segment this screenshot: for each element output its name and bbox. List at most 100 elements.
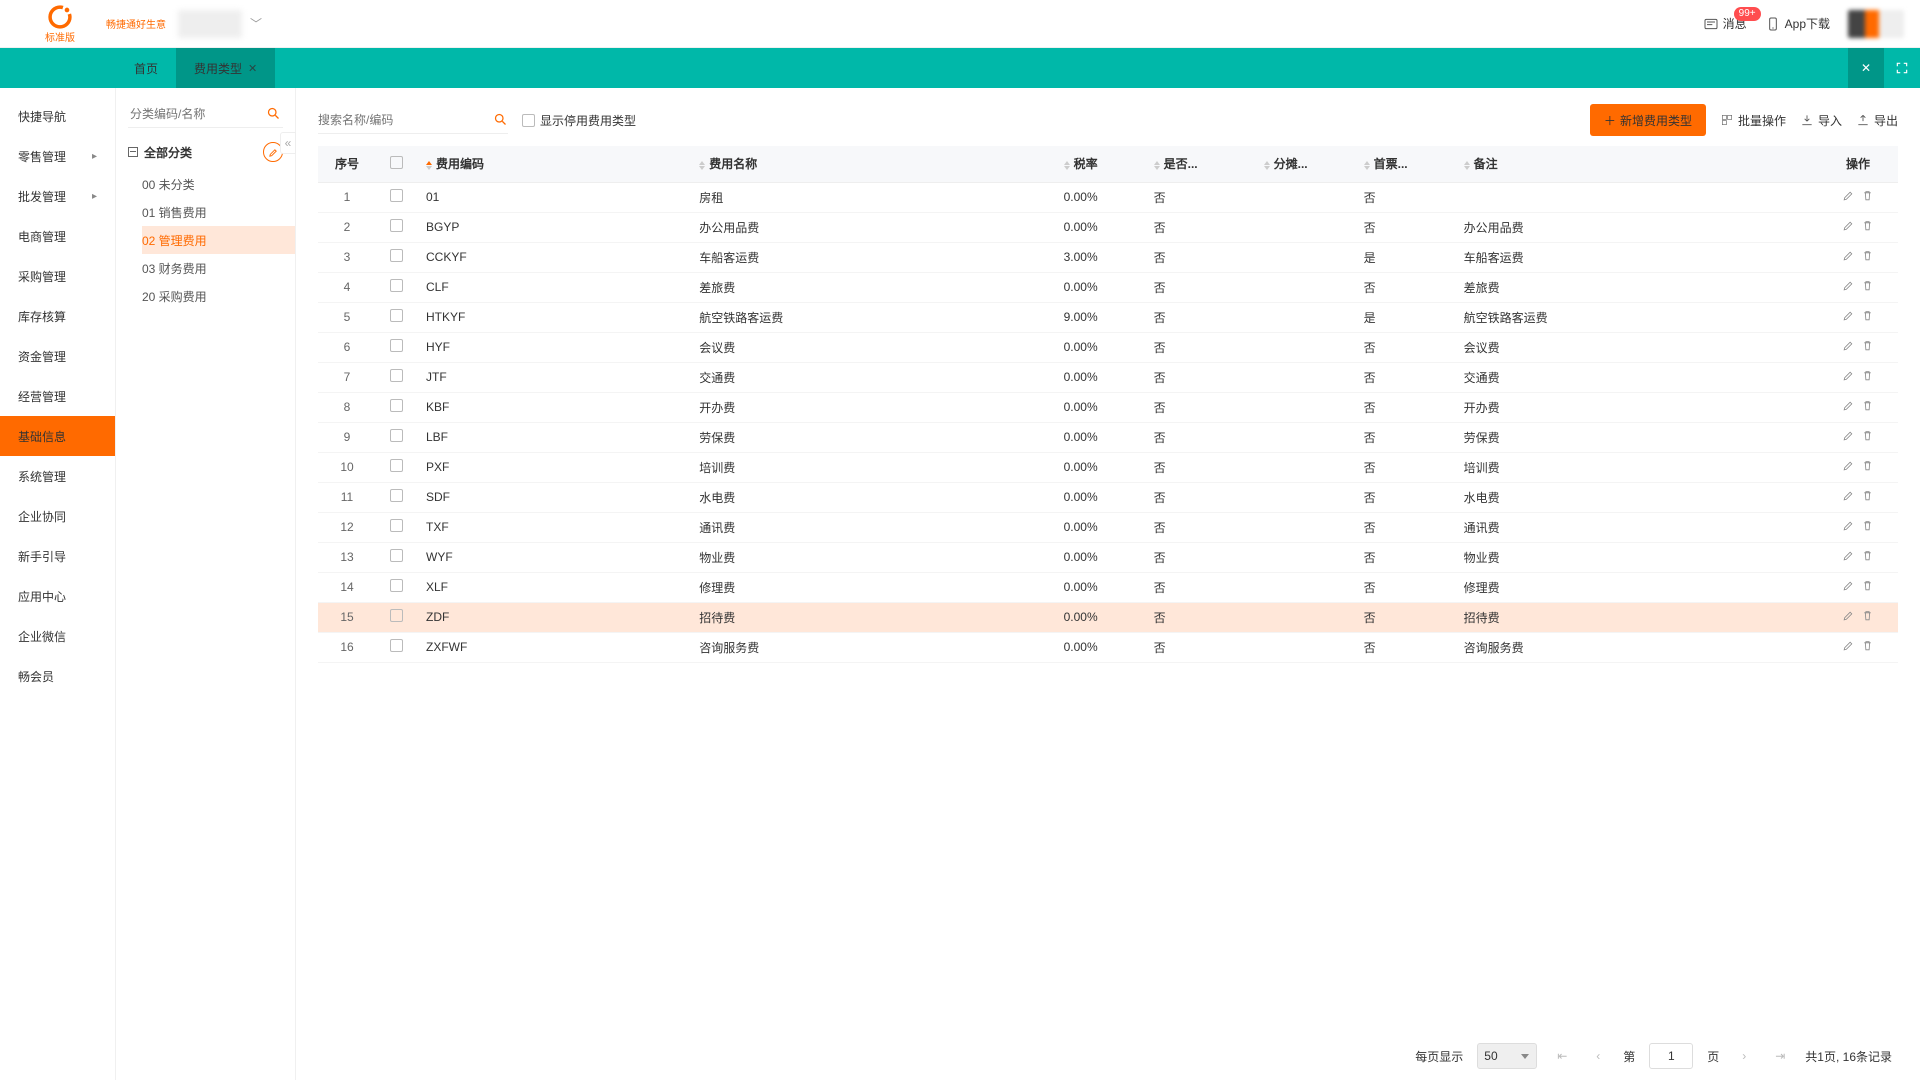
pagesize-select[interactable]: 50 <box>1477 1043 1537 1069</box>
category-item[interactable]: 02 管理费用 <box>142 226 295 254</box>
table-row[interactable]: 16ZXFWF咨询服务费0.00%否否咨询服务费 <box>318 632 1898 662</box>
cell-checkbox[interactable] <box>376 242 416 272</box>
page-next-button[interactable]: › <box>1733 1045 1755 1067</box>
sidebar-item[interactable]: 企业协同 <box>0 496 115 536</box>
tree-collapse-icon[interactable] <box>128 147 138 157</box>
user-avatar[interactable] <box>1848 10 1904 38</box>
edit-row-button[interactable] <box>1842 581 1855 595</box>
sidebar-item[interactable]: 电商管理 <box>0 216 115 256</box>
table-row[interactable]: 14XLF修理费0.00%否否修理费 <box>318 572 1898 602</box>
collapse-category-button[interactable]: « <box>280 132 296 154</box>
delete-row-button[interactable] <box>1861 281 1874 295</box>
search-icon[interactable] <box>266 106 281 121</box>
table-row[interactable]: 3CCKYF车船客运费3.00%否是车船客运费 <box>318 242 1898 272</box>
cell-checkbox[interactable] <box>376 602 416 632</box>
delete-row-button[interactable] <box>1861 431 1874 445</box>
category-item[interactable]: 01 销售费用 <box>142 198 295 226</box>
delete-row-button[interactable] <box>1861 551 1874 565</box>
page-input[interactable] <box>1649 1043 1693 1069</box>
table-row[interactable]: 7JTF交通费0.00%否否交通费 <box>318 362 1898 392</box>
category-item[interactable]: 03 财务费用 <box>142 254 295 282</box>
cell-checkbox[interactable] <box>376 362 416 392</box>
messages-button[interactable]: 消息 <box>1703 15 1747 32</box>
sidebar-item[interactable]: 快捷导航 <box>0 96 115 136</box>
table-row[interactable]: 15ZDF招待费0.00%否否招待费 <box>318 602 1898 632</box>
delete-row-button[interactable] <box>1861 521 1874 535</box>
cell-checkbox[interactable] <box>376 302 416 332</box>
sidebar-item[interactable]: 库存核算 <box>0 296 115 336</box>
cell-checkbox[interactable] <box>376 452 416 482</box>
col-share[interactable]: 分摊... <box>1254 146 1354 182</box>
sidebar-item[interactable]: 零售管理▸ <box>0 136 115 176</box>
tab-home[interactable]: 首页 <box>116 48 176 88</box>
category-search-input[interactable] <box>128 100 283 128</box>
page-first-button[interactable]: ⇤ <box>1551 1045 1573 1067</box>
edit-row-button[interactable] <box>1842 461 1855 475</box>
table-row[interactable]: 8KBF开办费0.00%否否开办费 <box>318 392 1898 422</box>
pagesize-select-input[interactable]: 50 <box>1477 1043 1537 1069</box>
edit-row-button[interactable] <box>1842 221 1855 235</box>
edit-row-button[interactable] <box>1842 641 1855 655</box>
table-row[interactable]: 13WYF物业费0.00%否否物业费 <box>318 542 1898 572</box>
cell-checkbox[interactable] <box>376 212 416 242</box>
page-prev-button[interactable]: ‹ <box>1587 1045 1609 1067</box>
delete-row-button[interactable] <box>1861 461 1874 475</box>
cell-checkbox[interactable] <box>376 572 416 602</box>
org-selector[interactable]: ﹀ <box>178 10 262 38</box>
table-row[interactable]: 5HTKYF航空铁路客运费9.00%否是航空铁路客运费 <box>318 302 1898 332</box>
sidebar-item[interactable]: 批发管理▸ <box>0 176 115 216</box>
col-remark[interactable]: 备注 <box>1454 146 1818 182</box>
delete-row-button[interactable] <box>1861 581 1874 595</box>
show-disabled-checkbox[interactable]: 显示停用费用类型 <box>522 112 636 129</box>
sidebar-item[interactable]: 畅会员 <box>0 656 115 696</box>
cell-checkbox[interactable] <box>376 482 416 512</box>
cell-checkbox[interactable] <box>376 422 416 452</box>
sidebar-item[interactable]: 企业微信 <box>0 616 115 656</box>
delete-row-button[interactable] <box>1861 221 1874 235</box>
col-isx[interactable]: 是否... <box>1144 146 1254 182</box>
sidebar-item[interactable]: 基础信息 <box>0 416 115 456</box>
edit-row-button[interactable] <box>1842 311 1855 325</box>
table-search-input[interactable] <box>318 106 508 134</box>
col-seq[interactable]: 序号 <box>318 146 376 182</box>
category-all-label[interactable]: 全部分类 <box>144 144 192 161</box>
edit-row-button[interactable] <box>1842 401 1855 415</box>
edit-row-button[interactable] <box>1842 521 1855 535</box>
table-row[interactable]: 6HYF会议费0.00%否否会议费 <box>318 332 1898 362</box>
table-row[interactable]: 10PXF培训费0.00%否否培训费 <box>318 452 1898 482</box>
col-checkbox[interactable] <box>376 146 416 182</box>
sidebar-item[interactable]: 采购管理 <box>0 256 115 296</box>
edit-row-button[interactable] <box>1842 251 1855 265</box>
edit-row-button[interactable] <box>1842 491 1855 505</box>
table-row[interactable]: 2BGYP办公用品费0.00%否否办公用品费 <box>318 212 1898 242</box>
tab-expense-type[interactable]: 费用类型 ✕ <box>176 48 275 88</box>
edit-row-button[interactable] <box>1842 371 1855 385</box>
cell-checkbox[interactable] <box>376 392 416 422</box>
close-icon[interactable]: ✕ <box>248 62 257 75</box>
edit-row-button[interactable] <box>1842 191 1855 205</box>
import-button[interactable]: 导入 <box>1800 112 1842 129</box>
table-row[interactable]: 9LBF劳保费0.00%否否劳保费 <box>318 422 1898 452</box>
sidebar-item[interactable]: 应用中心 <box>0 576 115 616</box>
table-row[interactable]: 101房租0.00%否否 <box>318 182 1898 212</box>
add-expense-type-button[interactable]: ＋ 新增费用类型 <box>1590 104 1706 136</box>
page-last-button[interactable]: ⇥ <box>1769 1045 1791 1067</box>
sidebar-item[interactable]: 系统管理 <box>0 456 115 496</box>
cell-checkbox[interactable] <box>376 272 416 302</box>
delete-row-button[interactable] <box>1861 641 1874 655</box>
edit-row-button[interactable] <box>1842 611 1855 625</box>
delete-row-button[interactable] <box>1861 191 1874 205</box>
search-icon[interactable] <box>493 112 508 127</box>
cell-checkbox[interactable] <box>376 542 416 572</box>
category-item[interactable]: 00 未分类 <box>142 170 295 198</box>
delete-row-button[interactable] <box>1861 341 1874 355</box>
edit-row-button[interactable] <box>1842 431 1855 445</box>
cell-checkbox[interactable] <box>376 632 416 662</box>
table-row[interactable]: 4CLF差旅费0.00%否否差旅费 <box>318 272 1898 302</box>
table-row[interactable]: 12TXF通讯费0.00%否否通讯费 <box>318 512 1898 542</box>
delete-row-button[interactable] <box>1861 371 1874 385</box>
fullscreen-button[interactable] <box>1884 48 1920 88</box>
delete-row-button[interactable] <box>1861 251 1874 265</box>
batch-action-button[interactable]: 批量操作 <box>1720 112 1786 129</box>
delete-row-button[interactable] <box>1861 611 1874 625</box>
